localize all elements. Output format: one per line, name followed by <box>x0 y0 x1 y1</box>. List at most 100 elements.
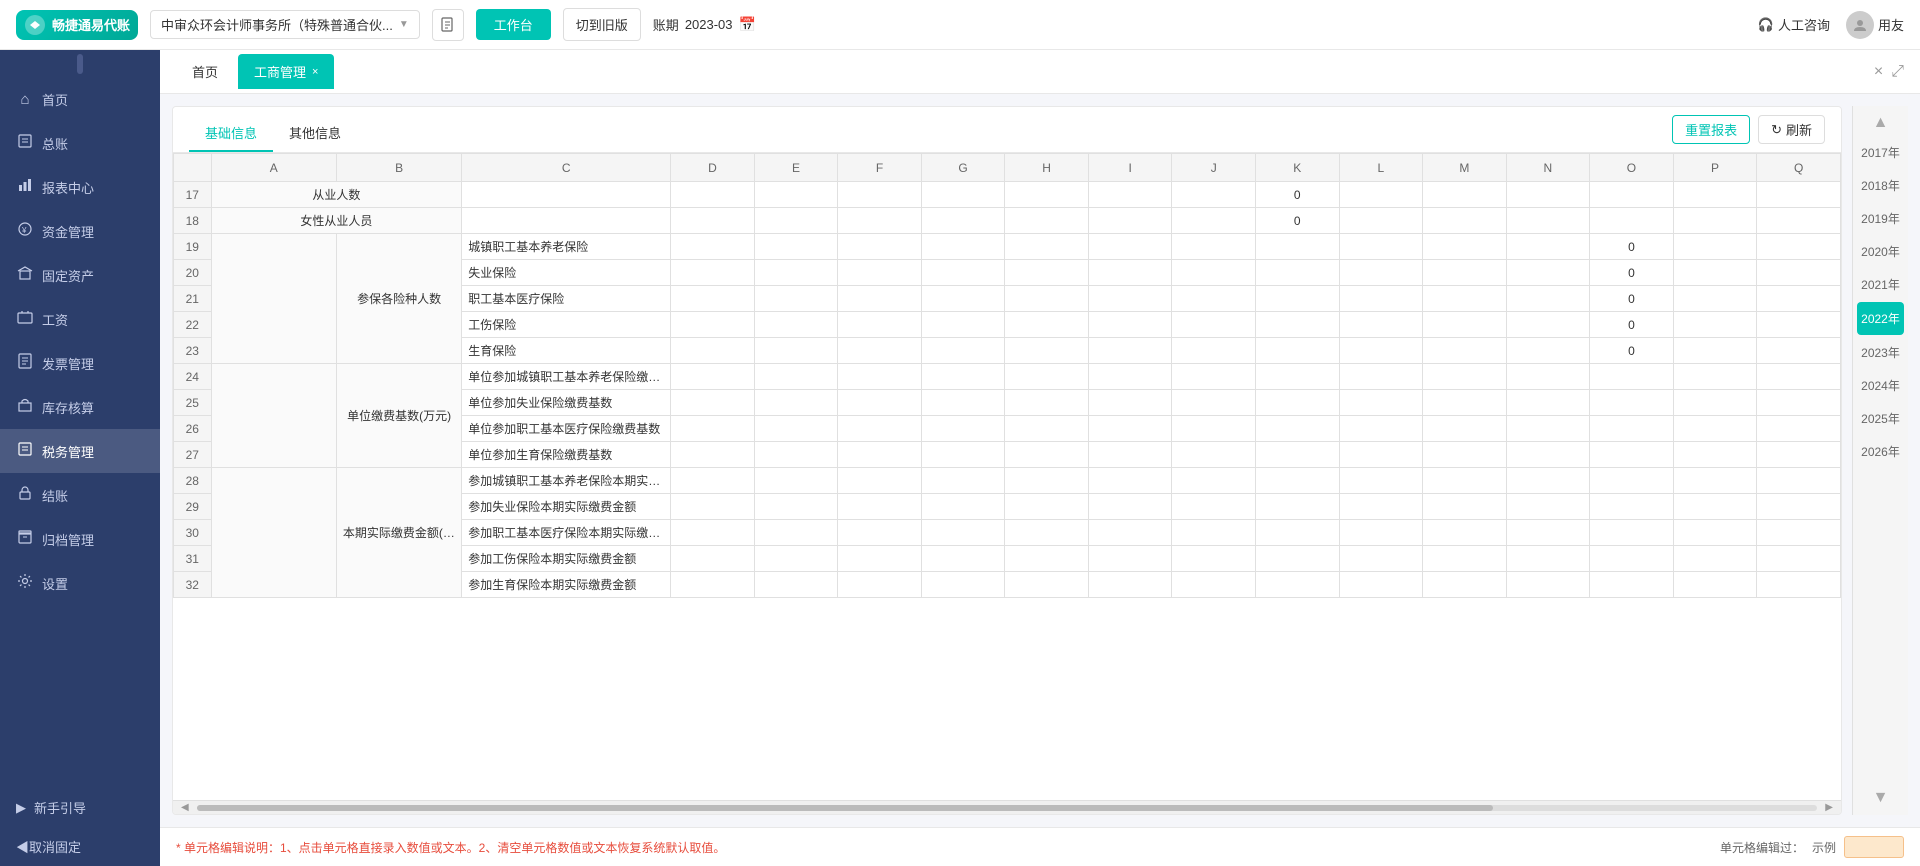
table-cell[interactable] <box>1005 286 1089 312</box>
table-cell[interactable] <box>1757 234 1841 260</box>
table-cell[interactable] <box>671 312 755 338</box>
table-cell[interactable] <box>1673 286 1757 312</box>
table-cell[interactable] <box>1088 442 1172 468</box>
table-cell[interactable] <box>754 546 838 572</box>
table-cell[interactable] <box>1005 572 1089 598</box>
table-cell[interactable] <box>671 416 755 442</box>
table-cell[interactable] <box>1339 182 1423 208</box>
table-cell[interactable] <box>838 338 922 364</box>
table-cell[interactable] <box>921 208 1005 234</box>
cell-24-a[interactable] <box>211 364 336 468</box>
table-cell[interactable] <box>1088 182 1172 208</box>
table-cell[interactable] <box>1005 520 1089 546</box>
table-cell[interactable] <box>671 390 755 416</box>
table-cell[interactable] <box>1506 338 1590 364</box>
table-cell[interactable] <box>671 520 755 546</box>
table-cell[interactable] <box>1339 442 1423 468</box>
table-cell[interactable] <box>1255 234 1339 260</box>
sidebar-item-settings[interactable]: 设置 <box>0 561 160 605</box>
year-item-2024[interactable]: 2024年 <box>1853 369 1908 402</box>
table-cell[interactable] <box>1673 572 1757 598</box>
table-cell[interactable] <box>1673 390 1757 416</box>
table-cell[interactable] <box>1339 546 1423 572</box>
table-cell[interactable] <box>921 390 1005 416</box>
table-cell[interactable] <box>921 338 1005 364</box>
table-cell[interactable] <box>1005 494 1089 520</box>
table-cell[interactable] <box>1172 572 1256 598</box>
table-cell[interactable] <box>754 390 838 416</box>
table-cell[interactable] <box>838 572 922 598</box>
year-scroll-down-button[interactable]: ▼ <box>1869 785 1893 811</box>
table-cell[interactable] <box>1005 234 1089 260</box>
year-item-2025[interactable]: 2025年 <box>1853 402 1908 435</box>
table-cell[interactable] <box>838 286 922 312</box>
table-cell[interactable] <box>838 520 922 546</box>
table-cell[interactable] <box>1255 338 1339 364</box>
table-cell[interactable] <box>1506 572 1590 598</box>
table-cell[interactable] <box>838 208 922 234</box>
sidebar-item-invoices[interactable]: 发票管理 <box>0 341 160 385</box>
close-window-button[interactable]: × <box>1874 63 1883 81</box>
sub-tab-basic[interactable]: 基础信息 <box>189 115 273 152</box>
table-cell[interactable] <box>1423 182 1507 208</box>
table-cell[interactable] <box>1255 546 1339 572</box>
table-cell[interactable] <box>1506 260 1590 286</box>
table-cell[interactable] <box>1172 468 1256 494</box>
table-cell[interactable] <box>1005 312 1089 338</box>
sidebar-item-home[interactable]: ⌂ 首页 <box>0 78 160 121</box>
sidebar-item-funds[interactable]: ¥ 资金管理 <box>0 209 160 253</box>
table-cell[interactable] <box>1423 546 1507 572</box>
cell-32-c[interactable]: 参加生育保险本期实际缴费金额 <box>462 572 671 598</box>
table-cell[interactable] <box>921 260 1005 286</box>
table-cell[interactable] <box>1423 468 1507 494</box>
table-cell[interactable] <box>838 494 922 520</box>
sidebar-item-wages[interactable]: 工资 <box>0 297 160 341</box>
table-cell[interactable] <box>1757 546 1841 572</box>
table-cell[interactable] <box>1005 182 1089 208</box>
table-cell[interactable] <box>1757 390 1841 416</box>
table-cell[interactable] <box>1506 234 1590 260</box>
table-cell[interactable] <box>671 442 755 468</box>
cell-23-c[interactable]: 生育保险 <box>462 338 671 364</box>
table-cell[interactable] <box>1423 390 1507 416</box>
table-cell[interactable] <box>1339 416 1423 442</box>
table-cell[interactable] <box>1590 390 1674 416</box>
cell-17-k[interactable]: 0 <box>1255 182 1339 208</box>
table-cell[interactable] <box>1423 234 1507 260</box>
table-cell[interactable] <box>1339 312 1423 338</box>
tab-close-icon[interactable]: × <box>312 66 318 78</box>
table-cell[interactable] <box>1506 416 1590 442</box>
cell-29-c[interactable]: 参加失业保险本期实际缴费金额 <box>462 494 671 520</box>
table-cell[interactable] <box>1757 338 1841 364</box>
table-cell[interactable] <box>1339 390 1423 416</box>
table-cell[interactable] <box>1590 182 1674 208</box>
cell-23-o[interactable]: 0 <box>1590 338 1674 364</box>
cell-19-c[interactable]: 城镇职工基本养老保险 <box>462 234 671 260</box>
scroll-left-button[interactable]: ◀ <box>177 800 193 815</box>
table-cell[interactable] <box>1005 260 1089 286</box>
table-cell[interactable] <box>671 364 755 390</box>
table-cell[interactable] <box>1506 286 1590 312</box>
table-cell[interactable] <box>921 312 1005 338</box>
table-cell[interactable] <box>1339 520 1423 546</box>
table-cell[interactable] <box>1005 364 1089 390</box>
support-button[interactable]: 🎧 人工咨询 <box>1758 15 1830 34</box>
sidebar-item-archive[interactable]: 归档管理 <box>0 517 160 561</box>
table-cell[interactable] <box>671 286 755 312</box>
table-cell[interactable] <box>1088 312 1172 338</box>
table-cell[interactable] <box>1255 312 1339 338</box>
table-cell[interactable] <box>921 520 1005 546</box>
horizontal-scrollbar[interactable]: ◀ ▶ <box>173 800 1841 814</box>
table-cell[interactable] <box>1172 442 1256 468</box>
table-cell[interactable] <box>462 208 671 234</box>
cell-22-o[interactable]: 0 <box>1590 312 1674 338</box>
table-cell[interactable] <box>921 234 1005 260</box>
sidebar-item-close[interactable]: 结账 <box>0 473 160 517</box>
table-cell[interactable] <box>1423 260 1507 286</box>
table-cell[interactable] <box>1757 416 1841 442</box>
table-cell[interactable] <box>921 182 1005 208</box>
table-cell[interactable] <box>1339 572 1423 598</box>
cell-31-c[interactable]: 参加工伤保险本期实际缴费金额 <box>462 546 671 572</box>
table-cell[interactable] <box>1423 442 1507 468</box>
cell-19-o[interactable]: 0 <box>1590 234 1674 260</box>
